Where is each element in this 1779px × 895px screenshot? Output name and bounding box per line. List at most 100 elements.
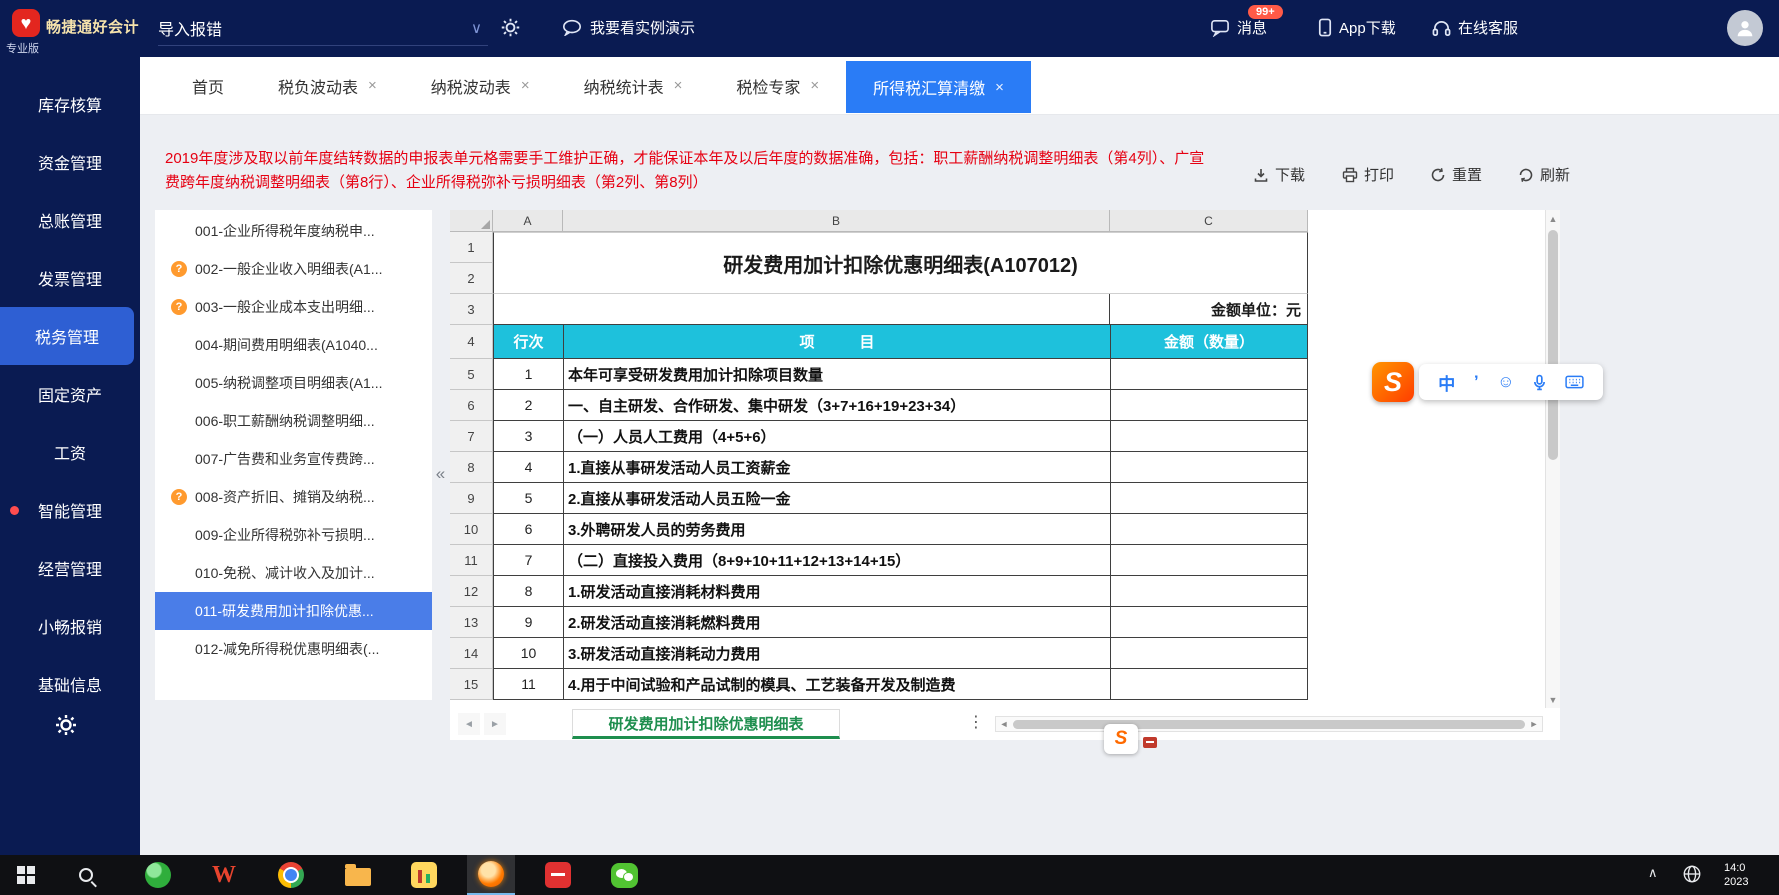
sheet-nav-next-icon[interactable]: ►	[484, 713, 506, 735]
form-item-007[interactable]: 007-广告费和业务宣传费跨...	[155, 440, 432, 478]
ime-mini-logo[interactable]: S	[1104, 724, 1138, 754]
sidebar-item-ledger[interactable]: 总账管理	[0, 191, 140, 249]
item-cell[interactable]: 一、自主研发、合作研发、集中研发（3+7+16+19+23+34）	[564, 390, 1111, 420]
settings-gear-icon[interactable]	[500, 17, 521, 38]
taskbar-file-explorer[interactable]	[334, 855, 382, 895]
sidebar-settings-gear-icon[interactable]	[54, 713, 78, 737]
row-header-13[interactable]: 13	[450, 607, 493, 638]
amount-cell[interactable]	[1111, 607, 1307, 637]
tab-income-tax-settlement[interactable]: 所得税汇算清缴 ×	[846, 61, 1031, 113]
taskbar-clock[interactable]: 14:0 2023	[1724, 861, 1748, 889]
sidebar-item-expense[interactable]: 小畅报销	[0, 597, 140, 655]
row-header-1[interactable]: 1	[450, 232, 493, 263]
horizontal-scrollbar[interactable]: ◄ ►	[995, 716, 1543, 732]
row-header-9[interactable]: 9	[450, 483, 493, 514]
line-cell[interactable]: 7	[494, 545, 564, 575]
row-header-15[interactable]: 15	[450, 669, 493, 700]
item-cell[interactable]: 1.直接从事研发活动人员工资薪金	[564, 452, 1111, 482]
amount-cell[interactable]	[1111, 545, 1307, 575]
close-icon[interactable]: ×	[810, 77, 819, 94]
online-support-button[interactable]: 在线客服	[1432, 17, 1518, 38]
line-cell[interactable]: 3	[494, 421, 564, 451]
app-download-button[interactable]: App下载	[1318, 17, 1396, 38]
sheet-tab[interactable]: 研发费用加计扣除优惠明细表	[572, 709, 840, 739]
column-header-c[interactable]: C	[1110, 210, 1308, 232]
download-button[interactable]: 下载	[1253, 164, 1305, 185]
form-item-003[interactable]: ? 003-一般企业成本支出明细...	[155, 288, 432, 326]
unit-note-row[interactable]: 金额单位：元	[493, 294, 1308, 325]
row-header-11[interactable]: 11	[450, 545, 493, 576]
taskbar-app-wechat[interactable]	[600, 855, 648, 895]
form-item-002[interactable]: ? 002-一般企业收入明细表(A1...	[155, 250, 432, 288]
ime-sogou-logo[interactable]: S	[1372, 362, 1414, 402]
item-cell[interactable]: 2.研发活动直接消耗燃料费用	[564, 607, 1111, 637]
taskbar-app-stock[interactable]	[400, 855, 448, 895]
vertical-scroll-thumb[interactable]	[1548, 230, 1558, 460]
line-cell[interactable]: 2	[494, 390, 564, 420]
select-all-corner[interactable]	[450, 210, 493, 232]
close-icon[interactable]: ×	[674, 77, 683, 94]
amount-cell[interactable]	[1111, 576, 1307, 606]
sheet-nav-prev-icon[interactable]: ◄	[458, 713, 480, 735]
tab-tax-fluctuation[interactable]: 纳税波动表 ×	[404, 57, 557, 115]
tab-tax-statistics[interactable]: 纳税统计表 ×	[557, 57, 710, 115]
print-button[interactable]: 打印	[1342, 164, 1394, 185]
sidebar-item-smart-mgmt[interactable]: 智能管理	[0, 481, 140, 539]
form-item-012[interactable]: 012-减免所得税优惠明细表(...	[155, 630, 432, 668]
messages-button[interactable]: 消息 99+	[1210, 5, 1283, 38]
row-header-6[interactable]: 6	[450, 390, 493, 421]
sidebar-item-tax[interactable]: 税务管理	[0, 307, 134, 365]
import-error-dropdown[interactable]: 导入报错 ∨	[158, 10, 488, 46]
item-cell[interactable]: 3.外聘研发人员的劳务费用	[564, 514, 1111, 544]
column-header-b[interactable]: B	[563, 210, 1110, 232]
taskbar-app-chrome[interactable]	[267, 855, 315, 895]
row-header-8[interactable]: 8	[450, 452, 493, 483]
form-item-001[interactable]: 001-企业所得税年度纳税申...	[155, 212, 432, 250]
taskbar-app-browser[interactable]	[134, 855, 182, 895]
sidebar-item-fixed-assets[interactable]: 固定资产	[0, 365, 140, 423]
taskbar-app-wps[interactable]: W	[200, 855, 248, 895]
help-icon[interactable]: ?	[171, 489, 187, 505]
tray-chevron-up-icon[interactable]: ∧	[1648, 865, 1658, 881]
sidebar-item-basic-info[interactable]: 基础信息	[0, 655, 140, 713]
taskbar-app-red[interactable]	[534, 855, 582, 895]
row-header-2[interactable]: 2	[450, 263, 493, 294]
form-item-009[interactable]: 009-企业所得税弥补亏损明...	[155, 516, 432, 554]
scroll-up-icon[interactable]: ▲	[1546, 211, 1560, 226]
line-cell[interactable]: 1	[494, 359, 564, 389]
amount-cell[interactable]	[1111, 514, 1307, 544]
vertical-scrollbar[interactable]: ▲ ▼	[1545, 210, 1560, 708]
table-title-cell[interactable]: 研发费用加计扣除优惠明细表(A107012)	[493, 232, 1308, 294]
demo-link[interactable]: 我要看实例演示	[562, 17, 695, 38]
sidebar-item-payroll[interactable]: 工资	[0, 423, 140, 481]
column-header-a[interactable]: A	[493, 210, 563, 232]
line-cell[interactable]: 4	[494, 452, 564, 482]
row-header-7[interactable]: 7	[450, 421, 493, 452]
row-header-12[interactable]: 12	[450, 576, 493, 607]
taskbar-app-active[interactable]	[467, 855, 515, 895]
form-item-011-selected[interactable]: 011-研发费用加计扣除优惠...	[155, 592, 432, 630]
close-icon[interactable]: ×	[995, 79, 1004, 96]
ime-language-toggle[interactable]: 中	[1438, 370, 1455, 395]
horizontal-scroll-thumb[interactable]	[1013, 720, 1525, 729]
tab-tax-expert[interactable]: 税检专家 ×	[709, 57, 846, 115]
help-icon[interactable]: ?	[171, 299, 187, 315]
ime-toolbox-icon[interactable]	[1143, 737, 1157, 748]
item-cell[interactable]: 1.研发活动直接消耗材料费用	[564, 576, 1111, 606]
unit-note-cell[interactable]: 金额单位：元	[1110, 294, 1307, 324]
item-cell[interactable]: 本年可享受研发费用加计扣除项目数量	[564, 359, 1111, 389]
form-item-008[interactable]: ? 008-资产折旧、摊销及纳税...	[155, 478, 432, 516]
scroll-right-icon[interactable]: ►	[1527, 718, 1541, 730]
reset-button[interactable]: 重置	[1430, 164, 1482, 185]
sidebar-item-inventory[interactable]: 库存核算	[0, 75, 140, 133]
ime-keyboard-icon[interactable]	[1565, 375, 1584, 389]
sidebar-item-funds[interactable]: 资金管理	[0, 133, 140, 191]
empty-cell[interactable]	[494, 294, 1110, 324]
item-cell[interactable]: （一）人员人工费用（4+5+6）	[564, 421, 1111, 451]
ime-mic-icon[interactable]	[1533, 374, 1546, 391]
amount-cell[interactable]	[1111, 483, 1307, 513]
line-cell[interactable]: 5	[494, 483, 564, 513]
tab-tax-burden[interactable]: 税负波动表 ×	[251, 57, 404, 115]
item-cell[interactable]: 3.研发活动直接消耗动力费用	[564, 638, 1111, 668]
amount-cell[interactable]	[1111, 638, 1307, 668]
